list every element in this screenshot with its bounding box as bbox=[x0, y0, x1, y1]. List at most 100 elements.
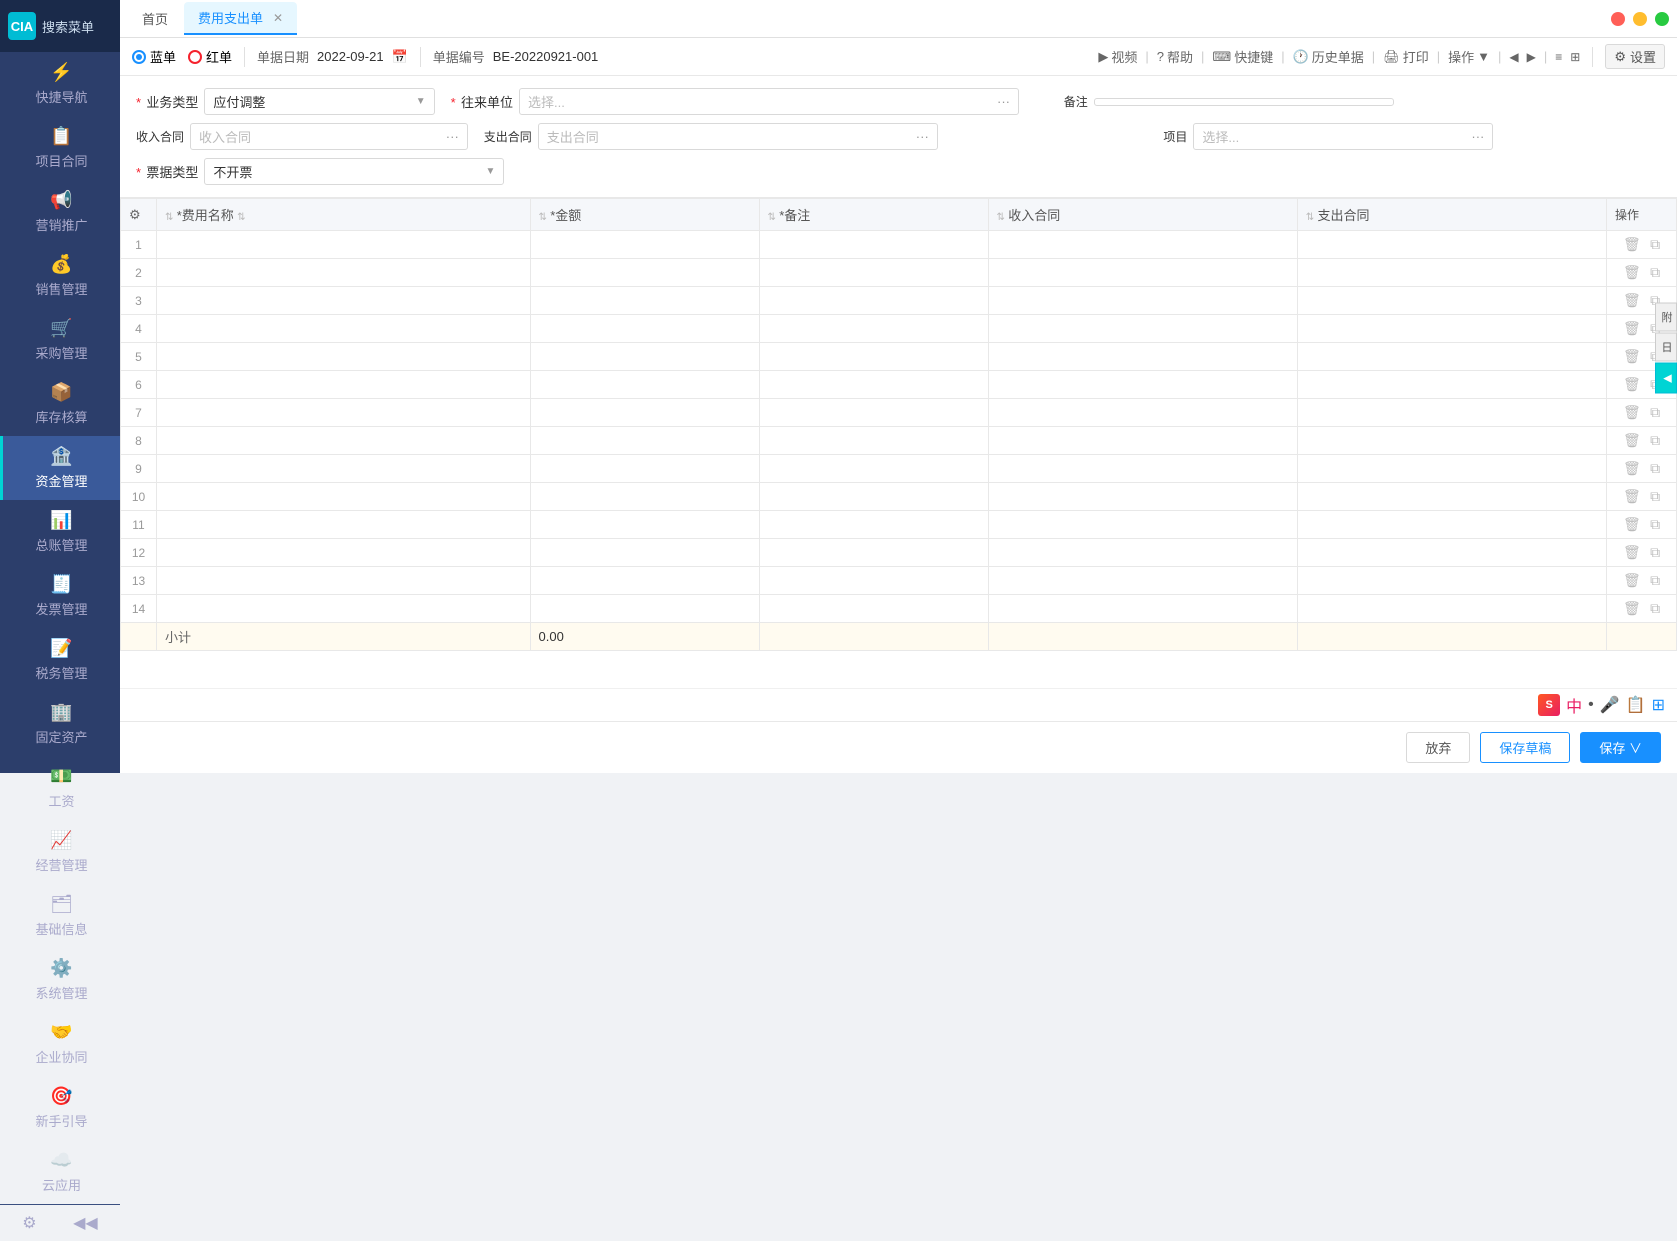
history-btn[interactable]: 🕐 历史单据 bbox=[1293, 47, 1364, 66]
th-settings[interactable]: ⚙ bbox=[121, 199, 157, 231]
video-btn[interactable]: ▶ 视频 bbox=[1098, 47, 1137, 66]
sidebar-item-tax[interactable]: 📝 税务管理 bbox=[0, 628, 120, 692]
row-amount-12[interactable] bbox=[530, 539, 759, 567]
sidebar-item-newguide[interactable]: 🎯 新手引导 bbox=[0, 1076, 120, 1140]
row-amount-7[interactable] bbox=[530, 399, 759, 427]
row-remark-3[interactable] bbox=[759, 287, 988, 315]
row-delete-icon-13[interactable]: 🗑 bbox=[1623, 572, 1641, 588]
invoice-type-select[interactable]: 不开票 ▼ bbox=[204, 158, 504, 185]
partner-dots-icon[interactable]: ··· bbox=[997, 94, 1010, 109]
right-float-btn-2[interactable]: 日 bbox=[1655, 332, 1677, 361]
expense-contract-input[interactable]: 支出合同 ··· bbox=[538, 123, 938, 150]
red-bill-radio[interactable]: 红单 bbox=[188, 47, 232, 66]
calendar-icon[interactable]: 📅 bbox=[392, 49, 408, 65]
row-name-13[interactable] bbox=[157, 567, 531, 595]
row-income-1[interactable] bbox=[988, 231, 1297, 259]
row-remark-8[interactable] bbox=[759, 427, 988, 455]
row-expense-8[interactable] bbox=[1297, 427, 1606, 455]
row-delete-icon-10[interactable]: 🗑 bbox=[1623, 488, 1641, 504]
row-expense-3[interactable] bbox=[1297, 287, 1606, 315]
sidebar-item-salary[interactable]: 💵 工资 bbox=[0, 756, 120, 820]
settings-bottom-icon[interactable]: ⚙ bbox=[22, 1213, 36, 1233]
row-name-5[interactable] bbox=[157, 343, 531, 371]
project-input[interactable]: 选择... ··· bbox=[1193, 123, 1493, 150]
row-amount-2[interactable] bbox=[530, 259, 759, 287]
row-copy-icon-9[interactable]: ⧉ bbox=[1650, 460, 1660, 476]
row-delete-icon-6[interactable]: 🗑 bbox=[1623, 376, 1641, 392]
row-expense-4[interactable] bbox=[1297, 315, 1606, 343]
row-expense-2[interactable] bbox=[1297, 259, 1606, 287]
right-float-btn-3[interactable]: ◀ bbox=[1655, 362, 1677, 393]
row-delete-icon-1[interactable]: 🗑 bbox=[1623, 236, 1641, 252]
save-button[interactable]: 保存 ∨ bbox=[1580, 732, 1661, 763]
save-draft-button[interactable]: 保存草稿 bbox=[1480, 732, 1570, 763]
row-name-11[interactable] bbox=[157, 511, 531, 539]
project-dots-icon[interactable]: ··· bbox=[1471, 129, 1484, 144]
row-remark-13[interactable] bbox=[759, 567, 988, 595]
row-delete-icon-5[interactable]: 🗑 bbox=[1623, 348, 1641, 364]
volume-bottom-icon[interactable]: ◀◀ bbox=[73, 1213, 98, 1233]
search-menu[interactable]: CIA 搜索菜单 bbox=[0, 0, 120, 52]
sidebar-item-cloud[interactable]: ☁️ 云应用 bbox=[0, 1140, 120, 1204]
row-name-2[interactable] bbox=[157, 259, 531, 287]
row-delete-icon-12[interactable]: 🗑 bbox=[1623, 544, 1641, 560]
row-income-14[interactable] bbox=[988, 595, 1297, 623]
tab-close-icon[interactable]: ✕ bbox=[273, 11, 283, 25]
row-remark-1[interactable] bbox=[759, 231, 988, 259]
row-amount-4[interactable] bbox=[530, 315, 759, 343]
sidebar-item-system[interactable]: ⚙️ 系统管理 bbox=[0, 948, 120, 1012]
remark-input[interactable] bbox=[1094, 98, 1394, 106]
row-name-9[interactable] bbox=[157, 455, 531, 483]
row-copy-icon-11[interactable]: ⧉ bbox=[1650, 516, 1660, 532]
row-delete-icon-2[interactable]: 🗑 bbox=[1623, 264, 1641, 280]
row-name-7[interactable] bbox=[157, 399, 531, 427]
window-max-btn[interactable] bbox=[1655, 12, 1669, 26]
row-remark-9[interactable] bbox=[759, 455, 988, 483]
row-copy-icon-10[interactable]: ⧉ bbox=[1650, 488, 1660, 504]
print-btn[interactable]: 🖨 打印 bbox=[1383, 47, 1429, 66]
discard-button[interactable]: 放弃 bbox=[1406, 732, 1470, 763]
row-name-1[interactable] bbox=[157, 231, 531, 259]
row-expense-5[interactable] bbox=[1297, 343, 1606, 371]
row-expense-7[interactable] bbox=[1297, 399, 1606, 427]
row-expense-14[interactable] bbox=[1297, 595, 1606, 623]
row-amount-13[interactable] bbox=[530, 567, 759, 595]
sidebar-item-inventory[interactable]: 📦 库存核算 bbox=[0, 372, 120, 436]
tab-expense[interactable]: 费用支出单 ✕ bbox=[184, 2, 297, 35]
sidebar-item-purchase[interactable]: 🛒 采购管理 bbox=[0, 308, 120, 372]
row-expense-9[interactable] bbox=[1297, 455, 1606, 483]
row-income-10[interactable] bbox=[988, 483, 1297, 511]
row-amount-5[interactable] bbox=[530, 343, 759, 371]
row-remark-12[interactable] bbox=[759, 539, 988, 567]
row-name-3[interactable] bbox=[157, 287, 531, 315]
sidebar-item-shortcut[interactable]: ⚡ 快捷导航 bbox=[0, 52, 120, 116]
right-float-btn-1[interactable]: 附 bbox=[1655, 302, 1677, 331]
sidebar-item-capital[interactable]: 🏦 资金管理 bbox=[0, 436, 120, 500]
row-expense-10[interactable] bbox=[1297, 483, 1606, 511]
sidebar-item-asset[interactable]: 🏢 固定资产 bbox=[0, 692, 120, 756]
row-expense-13[interactable] bbox=[1297, 567, 1606, 595]
row-delete-icon-7[interactable]: 🗑 bbox=[1623, 404, 1641, 420]
view-grid-btn[interactable]: ⊞ bbox=[1570, 50, 1580, 64]
business-type-select[interactable]: 应付调整 ▼ bbox=[204, 88, 434, 115]
row-income-11[interactable] bbox=[988, 511, 1297, 539]
brand-icon-grid[interactable]: ⊞ bbox=[1652, 695, 1665, 715]
row-remark-14[interactable] bbox=[759, 595, 988, 623]
row-copy-icon-2[interactable]: ⧉ bbox=[1650, 264, 1660, 280]
row-name-10[interactable] bbox=[157, 483, 531, 511]
sidebar-item-sales[interactable]: 💰 销售管理 bbox=[0, 244, 120, 308]
row-income-3[interactable] bbox=[988, 287, 1297, 315]
brand-icon-dot[interactable]: • bbox=[1588, 696, 1594, 714]
row-name-12[interactable] bbox=[157, 539, 531, 567]
income-contract-input[interactable]: 收入合同 ··· bbox=[190, 123, 468, 150]
row-amount-9[interactable] bbox=[530, 455, 759, 483]
row-delete-icon-9[interactable]: 🗑 bbox=[1623, 460, 1641, 476]
row-income-7[interactable] bbox=[988, 399, 1297, 427]
brand-icon-zhong[interactable]: 中 bbox=[1566, 693, 1582, 717]
row-expense-6[interactable] bbox=[1297, 371, 1606, 399]
brand-icon-mic[interactable]: 🎤 bbox=[1600, 695, 1620, 715]
row-copy-icon-8[interactable]: ⧉ bbox=[1650, 432, 1660, 448]
sidebar-item-basic[interactable]: 🗂 基础信息 bbox=[0, 884, 120, 948]
nav-next-btn[interactable]: ▶ bbox=[1527, 50, 1536, 64]
row-amount-10[interactable] bbox=[530, 483, 759, 511]
